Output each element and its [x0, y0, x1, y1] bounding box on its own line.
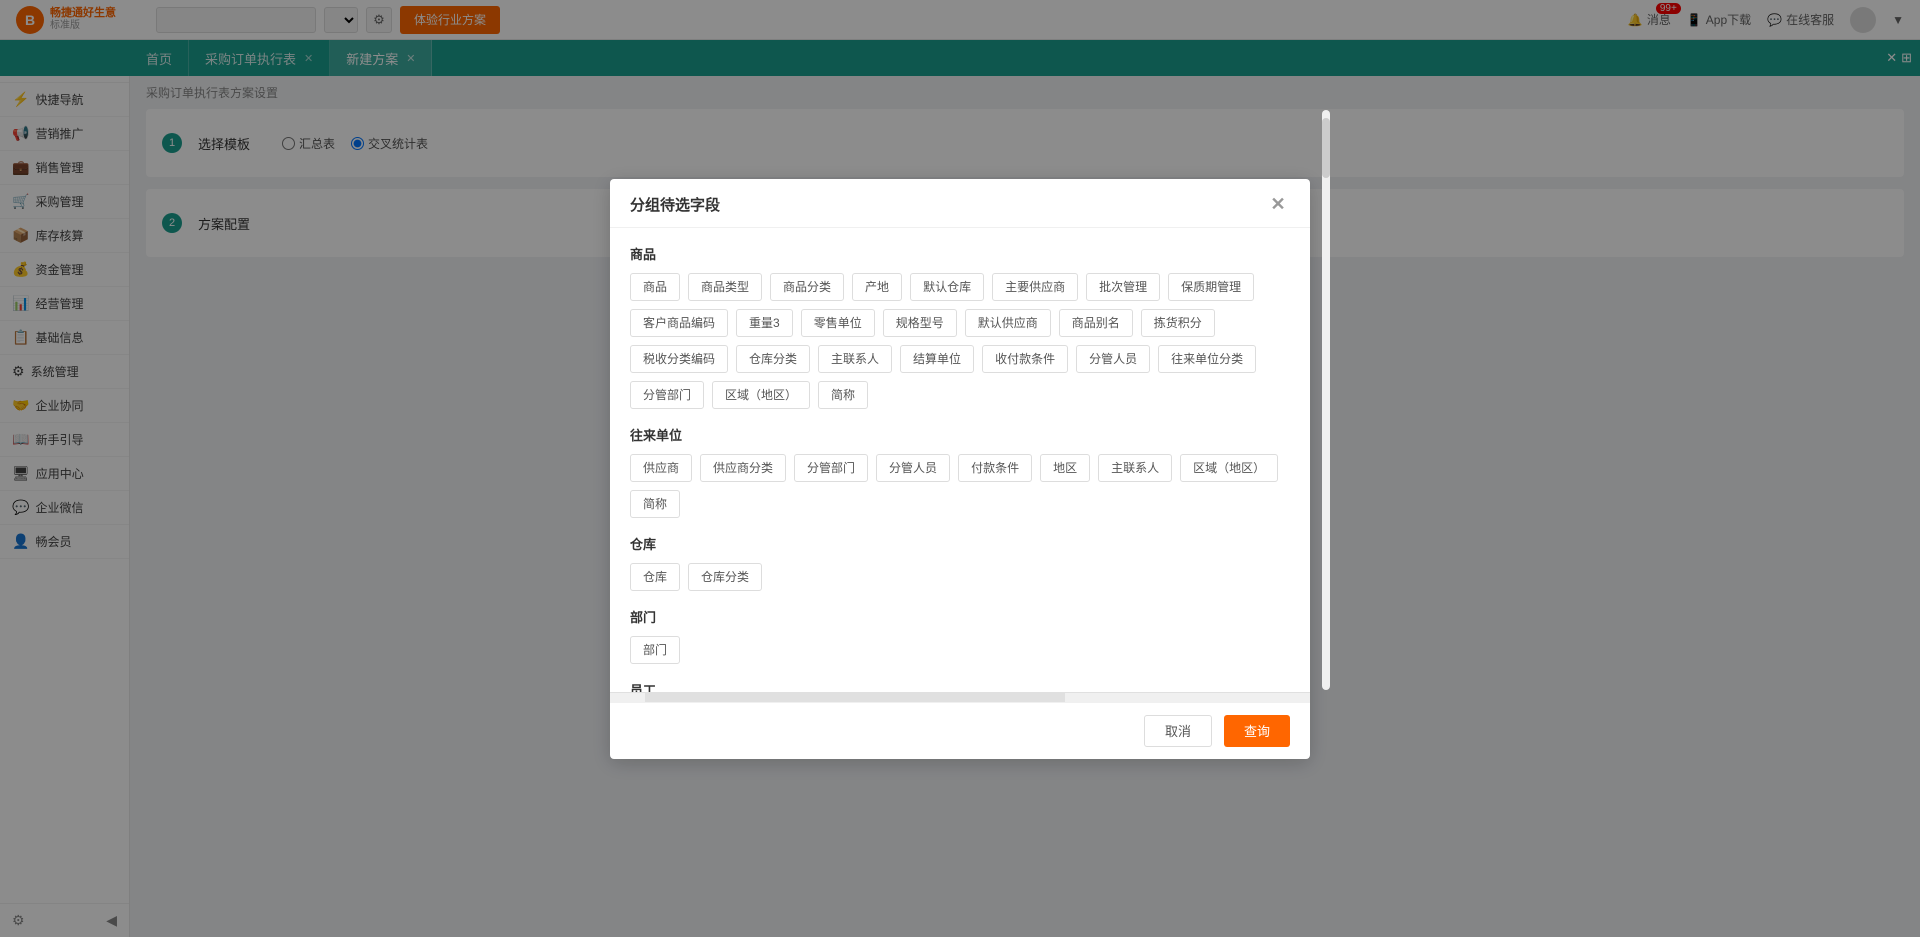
- field-tag-主联系人[interactable]: 主联系人: [1098, 454, 1172, 482]
- modal-footer: 取消 查询: [610, 702, 1310, 759]
- section-title-warehouse: 仓库: [630, 534, 1290, 553]
- section-title-partner: 往来单位: [630, 425, 1290, 444]
- field-tag-拣货积分[interactable]: 拣货积分: [1141, 309, 1215, 337]
- modal-title: 分组待选字段: [630, 194, 720, 215]
- field-tag-主联系人[interactable]: 主联系人: [818, 345, 892, 373]
- field-tag-分管人员[interactable]: 分管人员: [1076, 345, 1150, 373]
- field-tag-仓库[interactable]: 仓库: [630, 563, 680, 591]
- field-section-warehouse: 仓库仓库仓库分类: [630, 534, 1290, 591]
- field-tag-往来单位分类[interactable]: 往来单位分类: [1158, 345, 1256, 373]
- field-tag-商品分类[interactable]: 商品分类: [770, 273, 844, 301]
- field-tag-地区[interactable]: 地区: [1040, 454, 1090, 482]
- field-tag-供应商[interactable]: 供应商: [630, 454, 692, 482]
- field-section-partner: 往来单位供应商供应商分类分管部门分管人员付款条件地区主联系人区域（地区） 简称: [630, 425, 1290, 518]
- field-tag-税收分类编码[interactable]: 税收分类编码: [630, 345, 728, 373]
- field-tag-仓库分类[interactable]: 仓库分类: [688, 563, 762, 591]
- field-tag-产地[interactable]: 产地: [852, 273, 902, 301]
- field-tag-区域（地区）[interactable]: 区域（地区）: [1180, 454, 1278, 482]
- field-section-employee: 员工业务员: [630, 680, 1290, 693]
- field-section-goods: 商品商品商品类型商品分类产地默认仓库主要供应商批次管理保质期管理客户商品编码重量…: [630, 244, 1290, 409]
- modal: 分组待选字段 ✕ 商品商品商品类型商品分类产地默认仓库主要供应商批次管理保质期管…: [610, 179, 1310, 759]
- modal-overlay: 分组待选字段 ✕ 商品商品商品类型商品分类产地默认仓库主要供应商批次管理保质期管…: [0, 0, 1920, 937]
- modal-close-button[interactable]: ✕: [1266, 193, 1290, 217]
- field-tag-部门[interactable]: 部门: [630, 636, 680, 664]
- section-title-goods: 商品: [630, 244, 1290, 263]
- field-tag-分管部门[interactable]: 分管部门: [630, 381, 704, 409]
- field-tag-商品[interactable]: 商品: [630, 273, 680, 301]
- field-tag-默认仓库[interactable]: 默认仓库: [910, 273, 984, 301]
- field-tags-warehouse: 仓库仓库分类: [630, 563, 1290, 591]
- field-tag-客户商品编码[interactable]: 客户商品编码: [630, 309, 728, 337]
- field-tag-区域（地区）[interactable]: 区域（地区）: [712, 381, 810, 409]
- field-tag-保质期管理[interactable]: 保质期管理: [1168, 273, 1254, 301]
- field-tag-零售单位[interactable]: 零售单位: [801, 309, 875, 337]
- field-tag-规格型号[interactable]: 规格型号: [883, 309, 957, 337]
- field-tag-供应商分类[interactable]: 供应商分类: [700, 454, 786, 482]
- field-tag-批次管理[interactable]: 批次管理: [1086, 273, 1160, 301]
- field-tag-商品别名[interactable]: 商品别名: [1059, 309, 1133, 337]
- field-tag-付款条件[interactable]: 付款条件: [958, 454, 1032, 482]
- field-section-department: 部门部门: [630, 607, 1290, 664]
- field-tag-简称[interactable]: 简称: [818, 381, 868, 409]
- field-tags-department: 部门: [630, 636, 1290, 664]
- field-tag-商品类型[interactable]: 商品类型: [688, 273, 762, 301]
- field-tags-goods: 商品商品类型商品分类产地默认仓库主要供应商批次管理保质期管理客户商品编码重量3 零…: [630, 273, 1290, 409]
- modal-horizontal-scrollbar[interactable]: [610, 692, 1310, 701]
- field-tag-默认供应商[interactable]: 默认供应商: [965, 309, 1051, 337]
- field-tag-主要供应商[interactable]: 主要供应商: [992, 273, 1078, 301]
- field-tag-分管人员[interactable]: 分管人员: [876, 454, 950, 482]
- modal-header: 分组待选字段 ✕: [610, 179, 1310, 228]
- field-tags-partner: 供应商供应商分类分管部门分管人员付款条件地区主联系人区域（地区） 简称: [630, 454, 1290, 518]
- field-tag-简称[interactable]: 简称: [630, 490, 680, 518]
- field-tag-重量3[interactable]: 重量3: [736, 309, 793, 337]
- section-title-department: 部门: [630, 607, 1290, 626]
- field-tag-结算单位[interactable]: 结算单位: [900, 345, 974, 373]
- cancel-button[interactable]: 取消: [1144, 715, 1212, 747]
- confirm-button[interactable]: 查询: [1224, 715, 1290, 747]
- field-tag-仓库分类[interactable]: 仓库分类: [736, 345, 810, 373]
- field-tag-收付款条件[interactable]: 收付款条件: [982, 345, 1068, 373]
- modal-body[interactable]: 商品商品商品类型商品分类产地默认仓库主要供应商批次管理保质期管理客户商品编码重量…: [610, 228, 1310, 693]
- section-title-employee: 员工: [630, 680, 1290, 693]
- field-tag-分管部门[interactable]: 分管部门: [794, 454, 868, 482]
